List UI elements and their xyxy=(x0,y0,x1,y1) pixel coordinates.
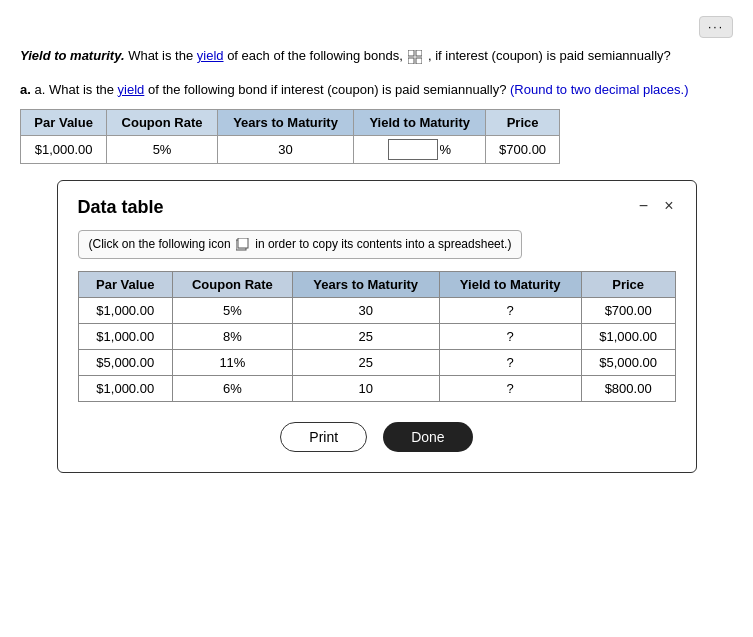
minimize-button[interactable]: − xyxy=(637,197,650,215)
data-td-yield-2: ? xyxy=(439,349,581,375)
svg-rect-2 xyxy=(408,58,414,64)
main-td-price: $700.00 xyxy=(486,136,560,164)
main-table-header-row: Par Value Coupon Rate Years to Maturity … xyxy=(21,110,560,136)
data-th-yield: Yield to Maturity xyxy=(439,271,581,297)
data-td-yield-0: ? xyxy=(439,297,581,323)
pct-symbol: % xyxy=(439,142,451,157)
page: ··· Yield to maturity. What is the yield… xyxy=(0,0,753,637)
data-td-yield-3: ? xyxy=(439,375,581,401)
instruction-post: in order to copy its contents into a spr… xyxy=(255,237,511,251)
data-td-years-2: 25 xyxy=(292,349,439,375)
main-th-price: Price xyxy=(486,110,560,136)
svg-rect-3 xyxy=(416,58,422,64)
yield-link-intro[interactable]: yield xyxy=(197,48,224,63)
data-td-coupon-rate-1: 8% xyxy=(173,323,293,349)
svg-rect-5 xyxy=(238,238,248,248)
data-td-years-1: 25 xyxy=(292,323,439,349)
modal-controls: − × xyxy=(637,197,676,215)
question-text-pre: a. What is the xyxy=(34,82,117,97)
grid-icon xyxy=(408,50,422,64)
modal-header: Data table − × xyxy=(78,197,676,218)
data-td-price-0: $700.00 xyxy=(581,297,675,323)
data-table-modal: Data table − × (Click on the following i… xyxy=(57,180,697,473)
round-note: (Round to two decimal places.) xyxy=(510,82,688,97)
data-table-header-row: Par Value Coupon Rate Years to Maturity … xyxy=(78,271,675,297)
intro-bold: Yield to maturity. xyxy=(20,48,125,63)
data-td-par-value-1: $1,000.00 xyxy=(78,323,173,349)
done-button[interactable]: Done xyxy=(383,422,472,452)
instruction-pre: (Click on the following icon xyxy=(89,237,234,251)
data-td-yield-1: ? xyxy=(439,323,581,349)
intro-text3: , if interest (coupon) is paid semiannua… xyxy=(428,48,671,63)
data-th-par-value: Par Value xyxy=(78,271,173,297)
data-th-coupon-rate: Coupon Rate xyxy=(173,271,293,297)
data-th-price: Price xyxy=(581,271,675,297)
top-bar: ··· xyxy=(20,16,733,38)
main-table-data-row: $1,000.00 5% 30 % $700.00 xyxy=(21,136,560,164)
yield-link-question[interactable]: yield xyxy=(118,82,145,97)
yield-input-wrapper: % xyxy=(359,139,480,160)
svg-rect-0 xyxy=(408,50,414,56)
data-table-row: $1,000.00 8% 25 ? $1,000.00 xyxy=(78,323,675,349)
main-td-years: 30 xyxy=(217,136,353,164)
main-th-yield: Yield to Maturity xyxy=(354,110,486,136)
question-label: a. a. What is the yield of the following… xyxy=(20,80,733,100)
close-button[interactable]: × xyxy=(662,197,675,215)
data-th-years: Years to Maturity xyxy=(292,271,439,297)
main-td-coupon-rate: 5% xyxy=(107,136,218,164)
data-td-coupon-rate-3: 6% xyxy=(173,375,293,401)
data-table: Par Value Coupon Rate Years to Maturity … xyxy=(78,271,676,402)
data-td-par-value-3: $1,000.00 xyxy=(78,375,173,401)
copy-icon[interactable] xyxy=(236,238,250,252)
data-td-price-2: $5,000.00 xyxy=(581,349,675,375)
data-table-row: $1,000.00 6% 10 ? $800.00 xyxy=(78,375,675,401)
data-td-par-value-2: $5,000.00 xyxy=(78,349,173,375)
main-table: Par Value Coupon Rate Years to Maturity … xyxy=(20,109,560,164)
intro-text2: of each of the following bonds, xyxy=(227,48,406,63)
intro-text1: What is the xyxy=(128,48,197,63)
modal-title: Data table xyxy=(78,197,164,218)
modal-instruction: (Click on the following icon in order to… xyxy=(78,230,523,259)
data-td-price-3: $800.00 xyxy=(581,375,675,401)
data-table-row: $1,000.00 5% 30 ? $700.00 xyxy=(78,297,675,323)
question-text-post: of the following bond if interest (coupo… xyxy=(148,82,506,97)
main-th-par-value: Par Value xyxy=(21,110,107,136)
svg-rect-1 xyxy=(416,50,422,56)
main-th-years: Years to Maturity xyxy=(217,110,353,136)
more-options-button[interactable]: ··· xyxy=(699,16,733,38)
data-td-price-1: $1,000.00 xyxy=(581,323,675,349)
yield-input[interactable] xyxy=(388,139,438,160)
data-td-coupon-rate-0: 5% xyxy=(173,297,293,323)
data-td-par-value-0: $1,000.00 xyxy=(78,297,173,323)
main-th-coupon-rate: Coupon Rate xyxy=(107,110,218,136)
intro-paragraph: Yield to maturity. What is the yield of … xyxy=(20,46,733,66)
data-td-coupon-rate-2: 11% xyxy=(173,349,293,375)
main-td-par-value: $1,000.00 xyxy=(21,136,107,164)
question-a-prefix: a. xyxy=(20,82,31,97)
data-td-years-0: 30 xyxy=(292,297,439,323)
main-td-yield: % xyxy=(354,136,486,164)
data-td-years-3: 10 xyxy=(292,375,439,401)
data-table-row: $5,000.00 11% 25 ? $5,000.00 xyxy=(78,349,675,375)
print-button[interactable]: Print xyxy=(280,422,367,452)
modal-footer: Print Done xyxy=(78,422,676,452)
